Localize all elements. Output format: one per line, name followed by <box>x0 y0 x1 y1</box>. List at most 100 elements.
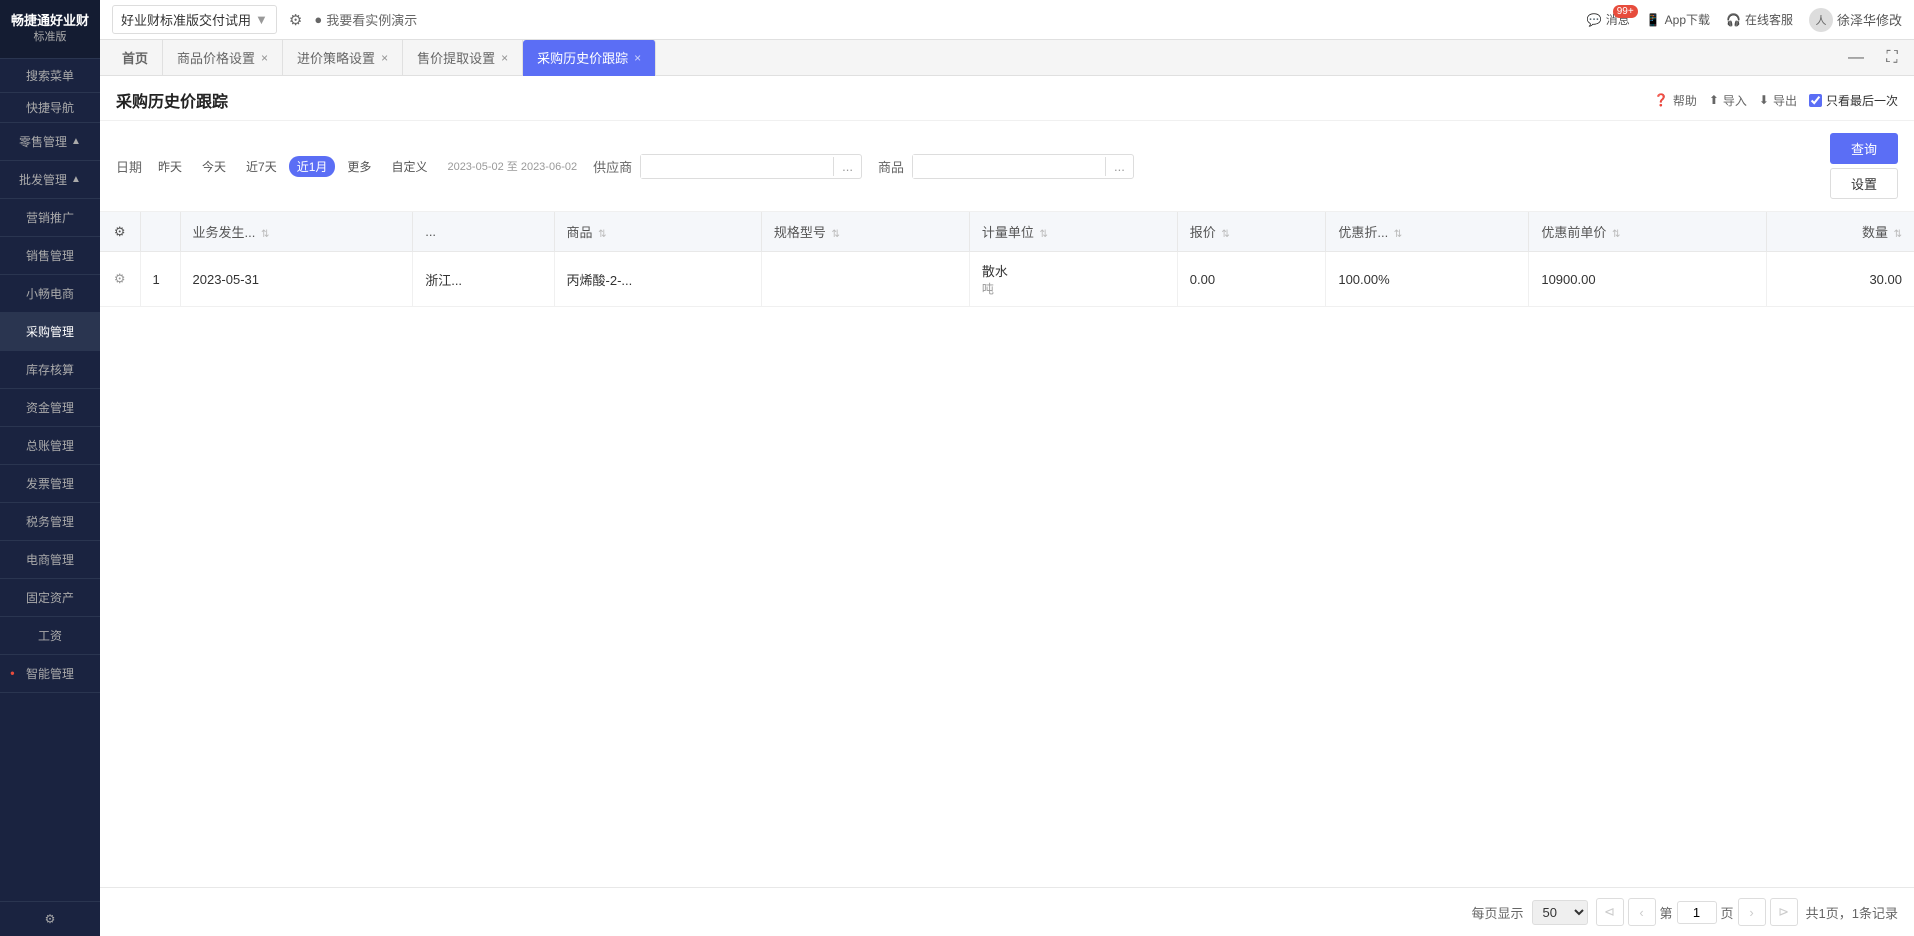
supplier-ellipsis-btn[interactable]: ... <box>833 157 861 176</box>
sidebar-item-finance[interactable]: 资金管理 <box>0 389 100 427</box>
row-settings[interactable]: ⚙ <box>100 252 140 307</box>
sort-icon-original: ⇅ <box>1612 229 1620 240</box>
sidebar-item-xiaochang[interactable]: 小畅电商 <box>0 275 100 313</box>
sidebar-item-ledger[interactable]: 总账管理 <box>0 427 100 465</box>
date-opt-custom[interactable]: 自定义 <box>383 156 435 177</box>
sidebar-item-smart[interactable]: 智能管理 <box>0 655 100 693</box>
page-next-btn[interactable]: › <box>1738 898 1766 926</box>
sidebar-item-payroll[interactable]: 工资 <box>0 617 100 655</box>
logo-sub: 标准版 <box>8 30 92 45</box>
user-profile-btn[interactable]: 人 徐泽华修改 <box>1809 8 1902 32</box>
col-settings[interactable]: ⚙ <box>100 212 140 252</box>
sidebar-item-label: 零售管理 <box>19 133 67 150</box>
online-service-btn[interactable]: 🎧 在线客服 <box>1726 11 1793 28</box>
import-link[interactable]: ⬆ 导入 <box>1709 92 1747 109</box>
date-opt-last1m[interactable]: 近1月 <box>289 156 336 177</box>
chevron-icon: ▲ <box>71 174 81 185</box>
per-page-select[interactable]: 50 100 200 <box>1532 900 1588 925</box>
date-range-display: 2023-05-02 至 2023-06-02 <box>447 158 577 174</box>
sidebar-item-label: 批发管理 <box>19 171 67 188</box>
sidebar-item-assets[interactable]: 固定资产 <box>0 579 100 617</box>
sort-icon-spec: ⇅ <box>831 229 839 240</box>
table-row: ⚙ 1 2023-05-31 浙江... 丙烯酸-2-... 散水吨 0.00 … <box>100 252 1914 307</box>
sidebar: 畅捷通好业财 标准版 搜索菜单 快捷导航 零售管理 ▲ 批发管理 ▲ 营销推广 … <box>0 0 100 936</box>
tab-history-close[interactable]: × <box>634 51 641 65</box>
tab-strategy[interactable]: 进价策略设置 × <box>283 40 403 76</box>
col-original-price[interactable]: 优惠前单价 ⇅ <box>1529 212 1767 252</box>
user-name: 徐泽华修改 <box>1837 10 1902 29</box>
tab-price[interactable]: 商品价格设置 × <box>163 40 283 76</box>
date-opt-more[interactable]: 更多 <box>339 156 379 177</box>
last-only-checkbox-label[interactable]: 只看最后一次 <box>1809 92 1898 109</box>
help-link[interactable]: ❓ 帮助 <box>1654 92 1697 109</box>
col-date[interactable]: 业务发生... ⇅ <box>180 212 413 252</box>
page-label: 页 <box>1721 903 1734 922</box>
supplier-input[interactable] <box>641 155 833 178</box>
page-prev-btn[interactable]: ‹ <box>1628 898 1656 926</box>
date-opt-last7[interactable]: 近7天 <box>238 156 285 177</box>
import-label: 导入 <box>1723 92 1747 109</box>
page-last-btn[interactable]: ⊳ <box>1770 898 1798 926</box>
row-supplier: 浙江... <box>413 252 554 307</box>
tab-minimize-btn[interactable]: — <box>1842 44 1870 72</box>
date-opt-today[interactable]: 今天 <box>194 156 234 177</box>
version-selector[interactable]: 好业财标准版交付试用 ▼ <box>112 5 277 34</box>
tab-home[interactable]: 首页 <box>108 40 163 76</box>
sidebar-item-wholesale[interactable]: 批发管理 ▲ <box>0 161 100 199</box>
tab-extract-close[interactable]: × <box>501 51 508 65</box>
last-only-checkbox[interactable] <box>1809 94 1822 107</box>
export-link[interactable]: ⬇ 导出 <box>1759 92 1797 109</box>
per-page-label: 每页显示 <box>1471 903 1523 922</box>
col-unit[interactable]: 计量单位 ⇅ <box>969 212 1177 252</box>
avatar: 人 <box>1809 8 1833 32</box>
col-spec[interactable]: 规格型号 ⇅ <box>761 212 969 252</box>
goods-input[interactable] <box>913 155 1105 178</box>
sidebar-item-invoice[interactable]: 发票管理 <box>0 465 100 503</box>
app-download-btn[interactable]: 📱 App下载 <box>1646 11 1710 28</box>
app-download-label: App下载 <box>1665 11 1710 28</box>
tab-price-close[interactable]: × <box>261 51 268 65</box>
message-btn[interactable]: 💬 消息 99+ <box>1587 11 1630 28</box>
filter-actions: 查询 设置 <box>1830 133 1898 199</box>
download-icon: 📱 <box>1646 13 1661 27</box>
date-opt-yesterday[interactable]: 昨天 <box>150 156 190 177</box>
sidebar-item-ecommerce[interactable]: 电商管理 <box>0 541 100 579</box>
goods-ellipsis-btn[interactable]: ... <box>1105 157 1133 176</box>
sidebar-item-purchase[interactable]: 采购管理 <box>0 313 100 351</box>
tab-maximize-btn[interactable]: ⛶ <box>1878 44 1906 72</box>
supplier-input-wrap: ... <box>640 154 862 179</box>
sidebar-search[interactable]: 搜索菜单 <box>0 59 100 93</box>
col-quantity[interactable]: 数量 ⇅ <box>1767 212 1914 252</box>
col-goods[interactable]: 商品 ⇅ <box>554 212 761 252</box>
sidebar-item-label: 发票管理 <box>26 475 74 492</box>
demo-link[interactable]: ● 我要看实例演示 <box>314 10 417 29</box>
col-more[interactable]: ... <box>413 212 554 252</box>
sidebar-item-marketing[interactable]: 营销推广 <box>0 199 100 237</box>
tab-strategy-label: 进价策略设置 <box>297 48 375 67</box>
sort-icon-qty: ⇅ <box>1894 229 1902 240</box>
chevron-down-icon: ▼ <box>255 12 268 27</box>
sidebar-item-label: 税务管理 <box>26 513 74 530</box>
sort-icon-price: ⇅ <box>1221 229 1229 240</box>
version-label: 好业财标准版交付试用 <box>121 10 251 29</box>
sidebar-item-retail[interactable]: 零售管理 ▲ <box>0 123 100 161</box>
tab-history[interactable]: 采购历史价跟踪 × <box>523 40 656 76</box>
date-filter-label: 日期 <box>116 157 142 176</box>
sidebar-item-sales[interactable]: 销售管理 <box>0 237 100 275</box>
sidebar-item-label: 总账管理 <box>26 437 74 454</box>
sidebar-item-label: 采购管理 <box>26 323 74 340</box>
topbar-settings-icon[interactable]: ⚙ <box>289 11 302 29</box>
sidebar-item-inventory[interactable]: 库存核算 <box>0 351 100 389</box>
query-button[interactable]: 查询 <box>1830 133 1898 164</box>
tab-strategy-close[interactable]: × <box>381 51 388 65</box>
settings-button[interactable]: 设置 <box>1830 168 1898 199</box>
page-input[interactable] <box>1677 901 1717 924</box>
col-discount[interactable]: 优惠折... ⇅ <box>1326 212 1529 252</box>
page-first-btn[interactable]: ⊲ <box>1596 898 1624 926</box>
tab-extract[interactable]: 售价提取设置 × <box>403 40 523 76</box>
sidebar-settings-btn[interactable]: ⚙ <box>0 901 100 936</box>
sidebar-item-tax[interactable]: 税务管理 <box>0 503 100 541</box>
col-price[interactable]: 报价 ⇅ <box>1177 212 1326 252</box>
sidebar-nav[interactable]: 快捷导航 <box>0 93 100 123</box>
filter-bar: 日期 昨天 今天 近7天 近1月 更多 自定义 2023-05-02 至 202… <box>100 121 1914 212</box>
